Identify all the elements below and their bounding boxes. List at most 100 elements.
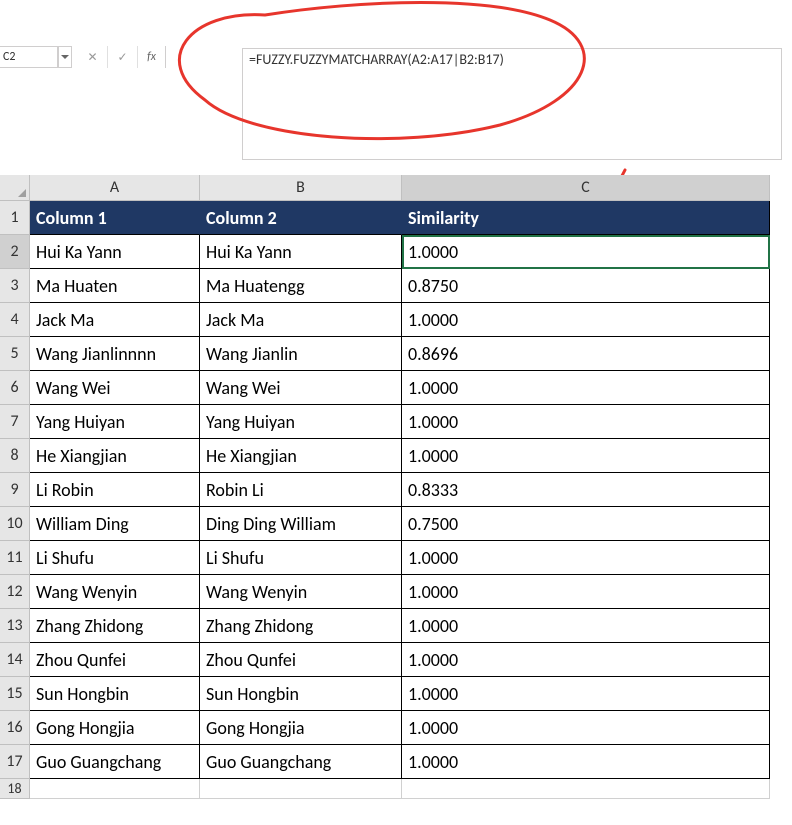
cell-C7[interactable]: 1.0000 [402, 405, 770, 439]
table-row: 9 Li Robin Robin Li 0.8333 [0, 473, 792, 507]
cell-B4[interactable]: Jack Ma [200, 303, 402, 337]
cell-B16[interactable]: Gong Hongjia [200, 711, 402, 745]
cell-C15[interactable]: 1.0000 [402, 677, 770, 711]
cell-A14[interactable]: Zhou Qunfei [30, 643, 200, 677]
cell-A17[interactable]: Guo Guangchang [30, 745, 200, 779]
cell-B17[interactable]: Guo Guangchang [200, 745, 402, 779]
cell-C17[interactable]: 1.0000 [402, 745, 770, 779]
cell-A10[interactable]: William Ding [30, 507, 200, 541]
table-row: 18 [0, 779, 792, 799]
row-header[interactable]: 2 [0, 235, 30, 269]
formula-input[interactable]: =FUZZY.FUZZYMATCHARRAY(A2:A17|B2:B17) [242, 48, 782, 160]
select-all-corner[interactable] [0, 175, 30, 201]
cell-C9[interactable]: 0.8333 [402, 473, 770, 507]
cell-A9[interactable]: Li Robin [30, 473, 200, 507]
row-header[interactable]: 5 [0, 337, 30, 371]
name-box[interactable]: C2 [0, 46, 58, 68]
cell-A7[interactable]: Yang Huiyan [30, 405, 200, 439]
cell-C5[interactable]: 0.8696 [402, 337, 770, 371]
cell-C8[interactable]: 1.0000 [402, 439, 770, 473]
row-header[interactable]: 14 [0, 643, 30, 677]
cell-B7[interactable]: Yang Huiyan [200, 405, 402, 439]
cell-A5[interactable]: Wang Jianlinnnn [30, 337, 200, 371]
cell-B15[interactable]: Sun Hongbin [200, 677, 402, 711]
cell-C13[interactable]: 1.0000 [402, 609, 770, 643]
row-header[interactable]: 7 [0, 405, 30, 439]
row-header[interactable]: 17 [0, 745, 30, 779]
row-header[interactable]: 4 [0, 303, 30, 337]
cell-B5[interactable]: Wang Jianlin [200, 337, 402, 371]
table-row: 10 William Ding Ding Ding William 0.7500 [0, 507, 792, 541]
formula-bar-area: C2 ✕ ✓ fx =FUZZY.FUZZYMATCHARRAY(A2:A17|… [0, 0, 792, 170]
cell-A4[interactable]: Jack Ma [30, 303, 200, 337]
table-row: 13 Zhang Zhidong Zhang Zhidong 1.0000 [0, 609, 792, 643]
row-header[interactable]: 8 [0, 439, 30, 473]
cell-B13[interactable]: Zhang Zhidong [200, 609, 402, 643]
cell-C11[interactable]: 1.0000 [402, 541, 770, 575]
table-row: 1 Column 1 Column 2 Similarity [0, 201, 792, 235]
row-header[interactable]: 18 [0, 779, 30, 799]
enter-formula-icon[interactable]: ✓ [108, 46, 138, 68]
cell-A2[interactable]: Hui Ka Yann [30, 235, 200, 269]
cell-B18[interactable] [200, 779, 402, 799]
row-header[interactable]: 9 [0, 473, 30, 507]
cell-B6[interactable]: Wang Wei [200, 371, 402, 405]
row-header[interactable]: 11 [0, 541, 30, 575]
table-row: 7 Yang Huiyan Yang Huiyan 1.0000 [0, 405, 792, 439]
row-header[interactable]: 16 [0, 711, 30, 745]
cell-A15[interactable]: Sun Hongbin [30, 677, 200, 711]
table-row: 14 Zhou Qunfei Zhou Qunfei 1.0000 [0, 643, 792, 677]
row-header[interactable]: 15 [0, 677, 30, 711]
table-row: 6 Wang Wei Wang Wei 1.0000 [0, 371, 792, 405]
table-row: 11 Li Shufu Li Shufu 1.0000 [0, 541, 792, 575]
column-header-B[interactable]: B [200, 175, 402, 201]
grid-body: 1 Column 1 Column 2 Similarity 2 Hui Ka … [0, 201, 792, 799]
table-row: 3 Ma Huaten Ma Huatengg 0.8750 [0, 269, 792, 303]
row-header[interactable]: 6 [0, 371, 30, 405]
row-header[interactable]: 3 [0, 269, 30, 303]
cancel-formula-icon[interactable]: ✕ [78, 46, 108, 68]
cell-C1[interactable]: Similarity [402, 201, 770, 235]
name-box-dropdown-icon[interactable] [58, 46, 72, 68]
column-header-A[interactable]: A [30, 175, 200, 201]
cell-A12[interactable]: Wang Wenyin [30, 575, 200, 609]
table-row: 17 Guo Guangchang Guo Guangchang 1.0000 [0, 745, 792, 779]
row-header[interactable]: 10 [0, 507, 30, 541]
cell-B12[interactable]: Wang Wenyin [200, 575, 402, 609]
cell-B11[interactable]: Li Shufu [200, 541, 402, 575]
cell-C16[interactable]: 1.0000 [402, 711, 770, 745]
cell-C6[interactable]: 1.0000 [402, 371, 770, 405]
cell-B2[interactable]: Hui Ka Yann [200, 235, 402, 269]
cell-A18[interactable] [30, 779, 200, 799]
table-row: 16 Gong Hongjia Gong Hongjia 1.0000 [0, 711, 792, 745]
cell-C3[interactable]: 0.8750 [402, 269, 770, 303]
cell-C12[interactable]: 1.0000 [402, 575, 770, 609]
cell-A6[interactable]: Wang Wei [30, 371, 200, 405]
row-header[interactable]: 13 [0, 609, 30, 643]
cell-A13[interactable]: Zhang Zhidong [30, 609, 200, 643]
cell-A11[interactable]: Li Shufu [30, 541, 200, 575]
row-header[interactable]: 1 [0, 201, 30, 235]
column-header-C[interactable]: C [402, 175, 770, 201]
fx-icon[interactable]: fx [138, 46, 166, 68]
cell-B9[interactable]: Robin Li [200, 473, 402, 507]
table-row: 4 Jack Ma Jack Ma 1.0000 [0, 303, 792, 337]
row-header[interactable]: 12 [0, 575, 30, 609]
cell-C14[interactable]: 1.0000 [402, 643, 770, 677]
cell-C18[interactable] [402, 779, 770, 799]
cell-B8[interactable]: He Xiangjian [200, 439, 402, 473]
table-row: 12 Wang Wenyin Wang Wenyin 1.0000 [0, 575, 792, 609]
cell-B3[interactable]: Ma Huatengg [200, 269, 402, 303]
cell-A1[interactable]: Column 1 [30, 201, 200, 235]
cell-B14[interactable]: Zhou Qunfei [200, 643, 402, 677]
cell-C4[interactable]: 1.0000 [402, 303, 770, 337]
cell-B10[interactable]: Ding Ding William [200, 507, 402, 541]
table-row: 5 Wang Jianlinnnn Wang Jianlin 0.8696 [0, 337, 792, 371]
cell-C10[interactable]: 0.7500 [402, 507, 770, 541]
cell-B1[interactable]: Column 2 [200, 201, 402, 235]
cell-A3[interactable]: Ma Huaten [30, 269, 200, 303]
cell-A16[interactable]: Gong Hongjia [30, 711, 200, 745]
cell-A8[interactable]: He Xiangjian [30, 439, 200, 473]
column-headers-row: A B C [0, 175, 792, 201]
cell-C2[interactable]: 1.0000 [402, 235, 770, 269]
